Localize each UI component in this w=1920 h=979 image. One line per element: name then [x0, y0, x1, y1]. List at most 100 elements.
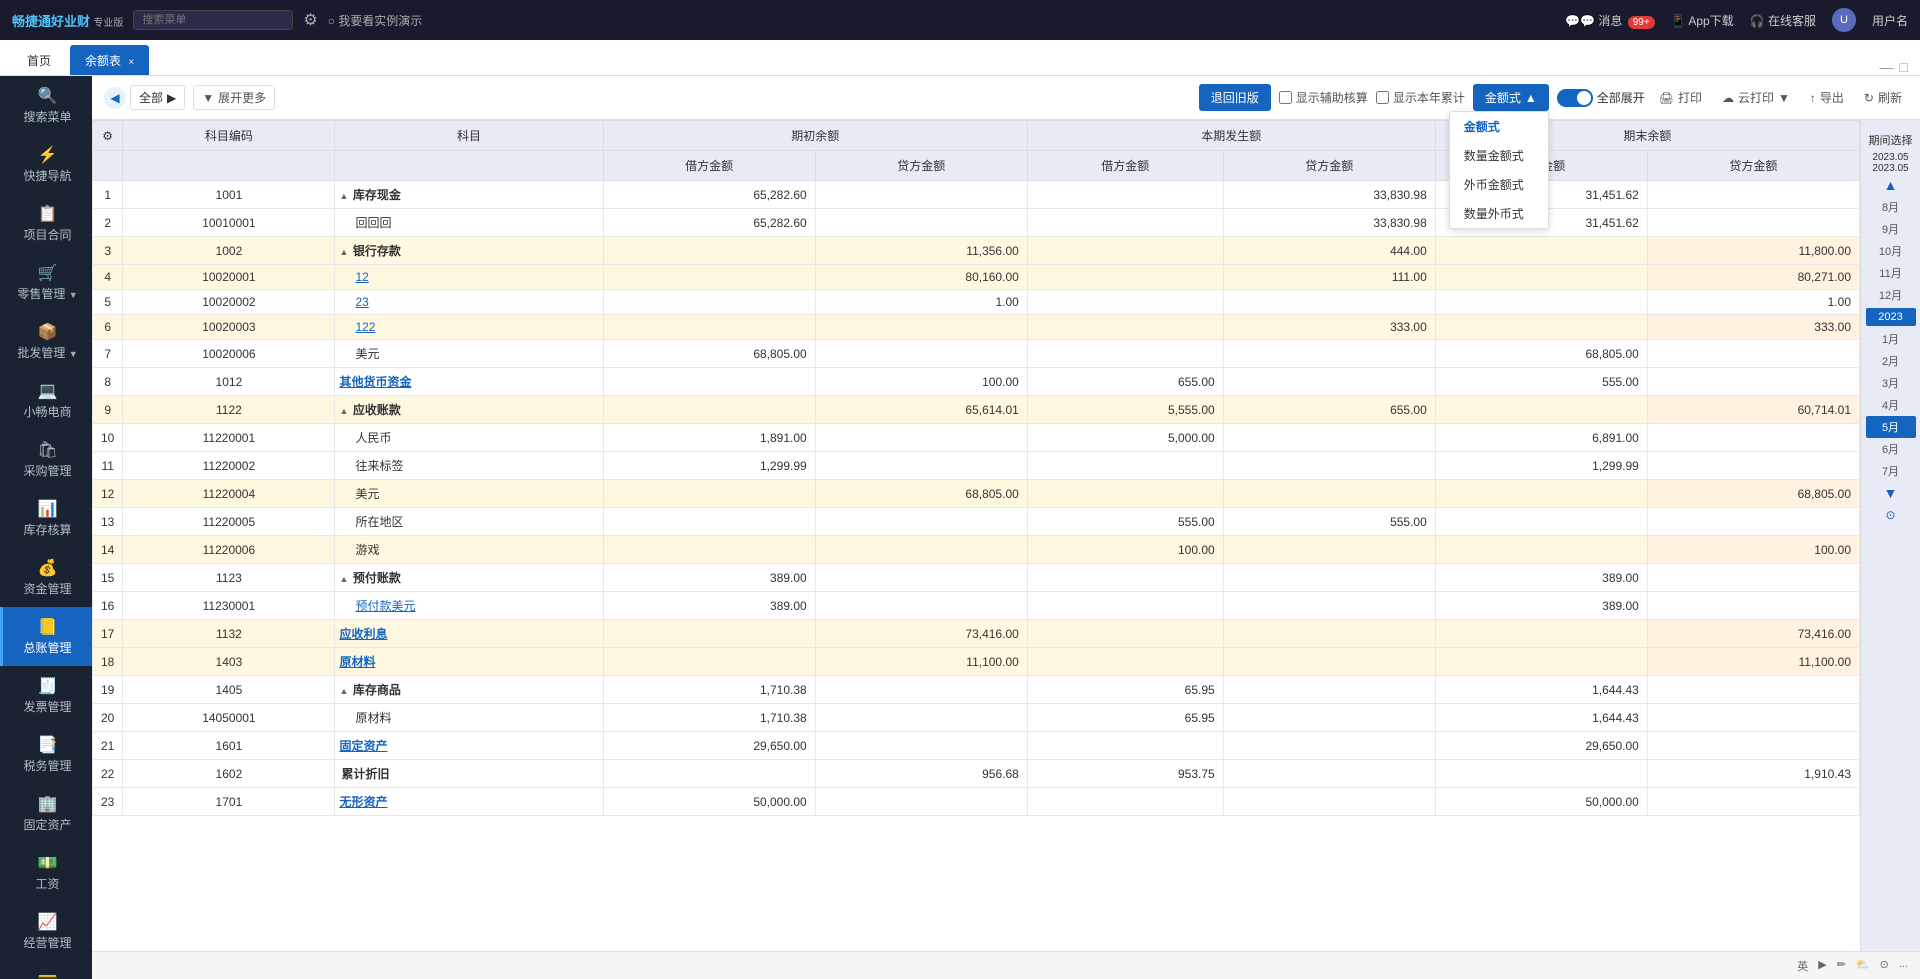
row-period-debit [1027, 315, 1223, 340]
tab-close-btn[interactable]: × [128, 57, 134, 68]
sidebar-item-funds[interactable]: 💰 资金管理 [0, 548, 92, 607]
row-closing-credit [1647, 340, 1859, 368]
row-name: ▲ 库存商品 [335, 676, 603, 704]
row-name[interactable]: 12 [335, 265, 603, 290]
tab-home[interactable]: 首页 [12, 45, 66, 75]
sidebar-item-invoice[interactable]: 🧾 发票管理 [0, 666, 92, 725]
row-name[interactable]: 原材料 [335, 648, 603, 676]
month-4[interactable]: 4月 [1866, 394, 1916, 416]
tab-maximize-btn[interactable]: □ [1900, 59, 1908, 75]
row-opening-credit [815, 732, 1027, 760]
settings-col-header[interactable]: ⚙ [93, 121, 123, 151]
row-opening-credit [815, 508, 1027, 536]
row-number: 23 [93, 788, 123, 816]
app-icon: 📱 [1671, 14, 1686, 28]
row-opening-credit: 11,100.00 [815, 648, 1027, 676]
sidebar-item-payroll[interactable]: 💵 工资 [0, 843, 92, 902]
month-9[interactable]: 9月 [1866, 218, 1916, 240]
show-aux-checkbox[interactable]: 显示辅助核算 [1279, 89, 1368, 106]
month-10[interactable]: 10月 [1866, 240, 1916, 262]
sidebar-item-operations[interactable]: 📈 经营管理 [0, 902, 92, 961]
sidebar-item-assets[interactable]: 🏢 固定资产 [0, 784, 92, 843]
month-8[interactable]: 8月 [1866, 196, 1916, 218]
month-3[interactable]: 3月 [1866, 372, 1916, 394]
cloud-btn[interactable]: ⛅ [1856, 958, 1870, 974]
month-12[interactable]: 12月 [1866, 284, 1916, 306]
row-closing-debit [1435, 237, 1647, 265]
sidebar-item-search[interactable]: 🔍 搜索菜单 [0, 76, 92, 135]
sidebar-item-purchase[interactable]: 🛍 采购管理 [0, 430, 92, 489]
dropdown-item-amount[interactable]: 金额式 [1450, 112, 1548, 141]
row-closing-credit: 100.00 [1647, 536, 1859, 564]
row-period-debit: 5,000.00 [1027, 424, 1223, 452]
row-opening-credit [815, 704, 1027, 732]
row-period-credit: 111.00 [1223, 265, 1435, 290]
edit-btn[interactable]: ✏ [1837, 958, 1846, 974]
row-closing-credit [1647, 788, 1859, 816]
toggle-switch[interactable] [1557, 89, 1593, 107]
dropdown-item-quantity-foreign[interactable]: 数量外币式 [1450, 199, 1548, 228]
print-btn[interactable]: 🖨 打印 [1653, 85, 1708, 110]
row-name[interactable]: 23 [335, 290, 603, 315]
row-name[interactable]: 无形资产 [335, 788, 603, 816]
tab-minimize-btn[interactable]: — [1880, 59, 1894, 75]
period-collapse-btn[interactable]: ⊙ [1881, 504, 1899, 526]
row-name[interactable]: 应收利息 [335, 620, 603, 648]
sidebar-item-project[interactable]: 📋 项目合同 [0, 194, 92, 253]
sidebar-item-inventory[interactable]: 📊 库存核算 [0, 489, 92, 548]
expand-more-btn[interactable]: ▼ 展开更多 [193, 85, 275, 110]
sidebar-item-ecommerce[interactable]: 💻 小畅电商 [0, 371, 92, 430]
more-btn[interactable]: ... [1899, 958, 1908, 974]
settings-icon[interactable]: ⚙ [303, 10, 317, 30]
month-7[interactable]: 7月 [1866, 460, 1916, 482]
dropdown-item-foreign-amount[interactable]: 外币金额式 [1450, 170, 1548, 199]
demo-link[interactable]: 我要看实例演示 [328, 12, 423, 29]
sidebar-item-ledger[interactable]: 📒 总账管理 [0, 607, 92, 666]
sidebar-item-retail[interactable]: 🛒 零售管理 ▼ [0, 253, 92, 312]
dropdown-item-quantity-amount[interactable]: 数量金额式 [1450, 141, 1548, 170]
row-period-debit [1027, 209, 1223, 237]
sidebar-item-sales[interactable]: 💳 小畅报销 [0, 961, 92, 979]
return-old-btn[interactable]: 退回旧版 [1199, 84, 1271, 111]
all-filter-dropdown[interactable]: 全部 ▶ [130, 85, 185, 110]
circle-btn[interactable]: ⊙ [1880, 958, 1889, 974]
nav-back-btn[interactable]: ◀ [104, 87, 126, 109]
period-nav-up[interactable]: ▲ [1881, 174, 1901, 196]
chat-btn[interactable]: 💬 消息 99+ [1565, 12, 1655, 29]
row-name[interactable]: 122 [335, 315, 603, 340]
row-name[interactable]: 预付款美元 [335, 592, 603, 620]
sidebar-item-nav[interactable]: ⚡ 快捷导航 [0, 135, 92, 194]
month-5[interactable]: 5月 [1866, 416, 1916, 438]
period-nav-down[interactable]: ▼ [1881, 482, 1901, 504]
amount-style-btn[interactable]: 金额式 ▲ [1473, 84, 1549, 111]
show-ytd-checkbox[interactable]: 显示本年累计 [1376, 89, 1465, 106]
sidebar-item-tax[interactable]: 📑 税务管理 [0, 725, 92, 784]
row-name[interactable]: 固定资产 [335, 732, 603, 760]
refresh-btn[interactable]: ↻ 刷新 [1858, 85, 1908, 110]
play-btn[interactable]: ▶ [1818, 958, 1826, 974]
table-container[interactable]: ⚙ 科目编码 科目 期初余额 本期发生额 期末余额 借方金额 [92, 120, 1860, 951]
user-avatar[interactable]: U [1832, 8, 1856, 32]
app-download-btn[interactable]: 📱 App下载 [1671, 12, 1734, 29]
export-btn[interactable]: ↑ 导出 [1804, 85, 1850, 110]
row-number: 3 [93, 237, 123, 265]
sidebar-item-wholesale[interactable]: 📦 批发管理 ▼ [0, 312, 92, 371]
row-period-credit [1223, 368, 1435, 396]
row-period-credit [1223, 704, 1435, 732]
year-2023-label: 2023 [1866, 308, 1916, 326]
month-1[interactable]: 1月 [1866, 328, 1916, 350]
row-closing-credit: 73,416.00 [1647, 620, 1859, 648]
month-6[interactable]: 6月 [1866, 438, 1916, 460]
lang-btn[interactable]: 英 [1797, 958, 1808, 974]
month-2[interactable]: 2月 [1866, 350, 1916, 372]
row-number: 2 [93, 209, 123, 237]
row-code: 1012 [123, 368, 335, 396]
tab-balance[interactable]: 余额表 × [70, 45, 149, 75]
search-input[interactable] [133, 10, 293, 30]
service-btn[interactable]: 🎧 在线客服 [1750, 12, 1816, 29]
cloud-print-btn[interactable]: ☁ 云打印 ▼ [1716, 85, 1796, 110]
row-closing-credit [1647, 368, 1859, 396]
row-period-credit [1223, 760, 1435, 788]
row-name[interactable]: 其他货币资金 [335, 368, 603, 396]
month-11[interactable]: 11月 [1866, 262, 1916, 284]
